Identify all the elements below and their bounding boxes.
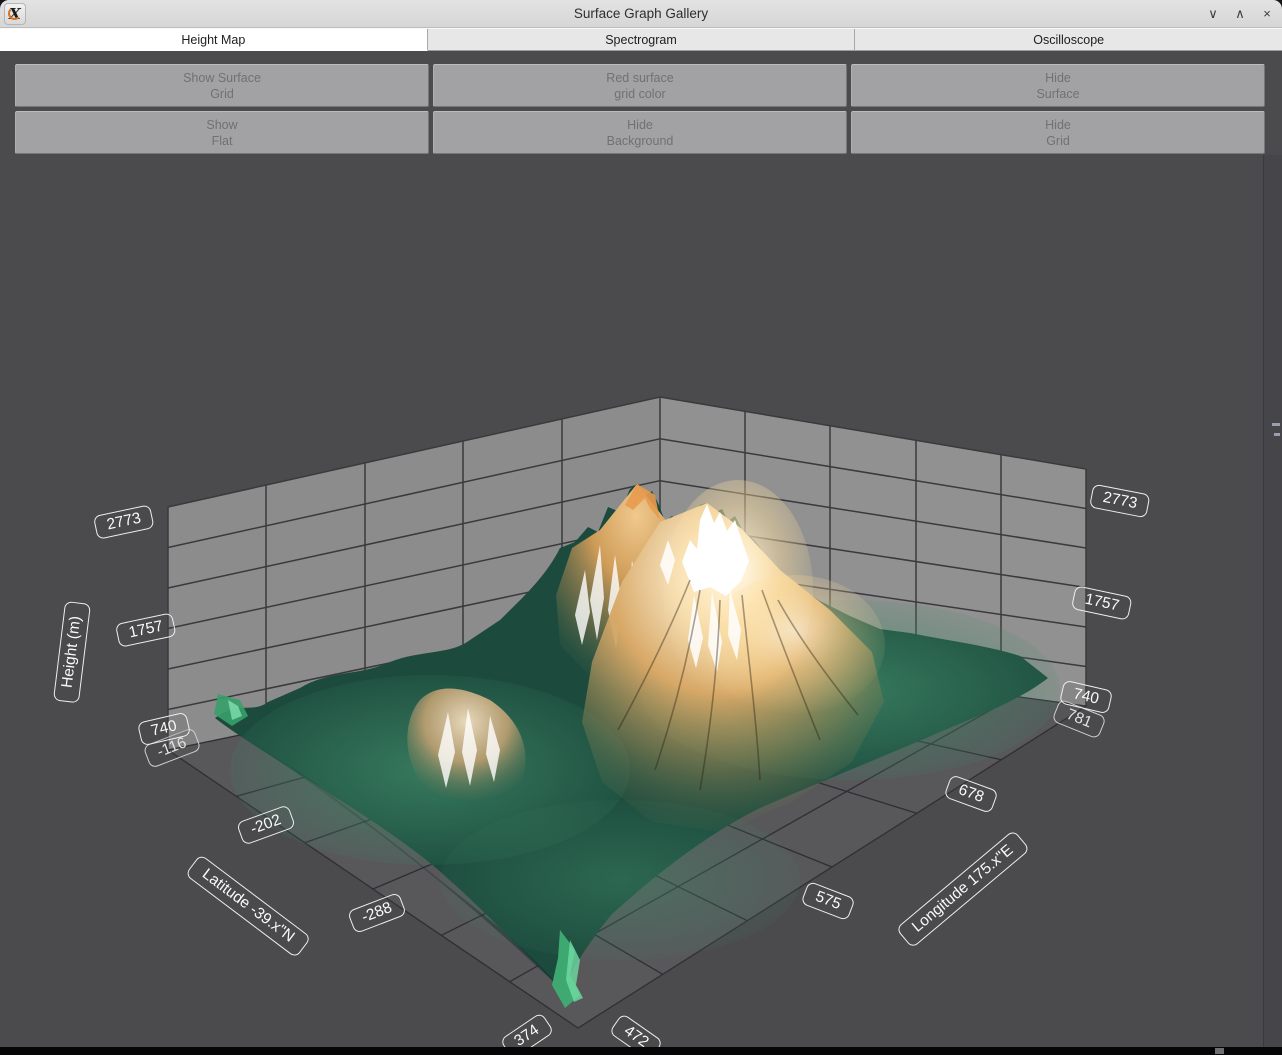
button-label: Flat — [212, 133, 233, 149]
red-surface-grid-color-button[interactable]: Red surface grid color — [433, 64, 847, 107]
hide-grid-button[interactable]: Hide Grid — [851, 111, 1265, 154]
button-label: Hide — [1045, 70, 1071, 86]
hide-surface-button[interactable]: Hide Surface — [851, 64, 1265, 107]
button-label: Hide — [627, 117, 653, 133]
button-label: Grid — [210, 86, 234, 102]
title-bar[interactable]: X Surface Graph Gallery ∨ ∧ × — [0, 0, 1282, 28]
hide-background-button[interactable]: Hide Background — [433, 111, 847, 154]
window-title: Surface Graph Gallery — [0, 0, 1282, 28]
app-window: -116 2773 1757 740 Height (m) 781 2773 1… — [0, 0, 1282, 1055]
controls-panel: Show Surface Grid Red surface grid color… — [15, 64, 1265, 154]
tab-oscilloscope[interactable]: Oscilloscope — [855, 29, 1282, 51]
button-label: Hide — [1045, 117, 1071, 133]
surface-plot-viewport[interactable] — [0, 0, 1282, 1055]
button-label: grid color — [614, 86, 665, 102]
tab-height-map[interactable]: Height Map — [0, 29, 428, 51]
background-window-sliver — [1263, 155, 1282, 1047]
button-label: Show — [206, 117, 237, 133]
button-label: Grid — [1046, 133, 1070, 149]
tab-spectrogram[interactable]: Spectrogram — [428, 29, 856, 51]
button-label: Show Surface — [183, 70, 261, 86]
show-flat-button[interactable]: Show Flat — [15, 111, 429, 154]
button-label: Surface — [1036, 86, 1079, 102]
taskbar-notch — [1215, 1048, 1224, 1054]
button-label: Red surface — [606, 70, 673, 86]
show-surface-grid-button[interactable]: Show Surface Grid — [15, 64, 429, 107]
maximize-button[interactable]: ∧ — [1231, 5, 1249, 23]
bottom-screen-edge — [0, 1047, 1282, 1055]
shade-button[interactable]: ∨ — [1204, 5, 1222, 23]
close-button[interactable]: × — [1258, 5, 1276, 23]
button-label: Background — [607, 133, 674, 149]
tab-bar: Height Map Spectrogram Oscilloscope — [0, 28, 1282, 51]
surface-plot-canvas — [0, 0, 1282, 1055]
